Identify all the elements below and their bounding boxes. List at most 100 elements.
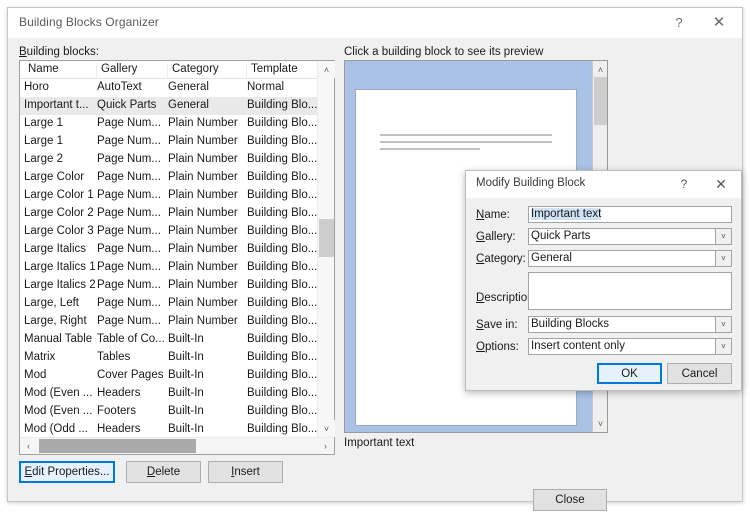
- chevron-down-icon[interactable]: ˅: [715, 339, 731, 354]
- building-blocks-list[interactable]: Name Gallery Category Template Horo AutoT…: [19, 60, 335, 455]
- gallery-select[interactable]: Quick Parts ˅: [528, 228, 732, 245]
- scroll-up-icon[interactable]: ˄: [318, 61, 335, 78]
- cell-name: Large 1: [24, 117, 64, 129]
- horizontal-scrollbar-thumb[interactable]: [39, 439, 196, 453]
- modal-title: Modify Building Block: [476, 177, 586, 189]
- cell-category: Plain Number: [168, 315, 238, 327]
- cell-gallery: Page Num...: [97, 135, 161, 147]
- cell-gallery: Page Num...: [97, 315, 161, 327]
- delete-label: Delete: [146, 466, 181, 478]
- cell-gallery: Footers: [97, 405, 136, 417]
- save-in-label: Save in:: [476, 319, 518, 331]
- cell-name: Matrix: [24, 351, 56, 363]
- cell-template: Building Blo...: [247, 297, 317, 309]
- cell-name: Large Color 2: [24, 207, 94, 219]
- cell-gallery: Page Num...: [97, 225, 161, 237]
- table-row[interactable]: Important t... Quick Parts General Building…: [20, 97, 317, 115]
- name-input[interactable]: Important text: [528, 206, 732, 223]
- vertical-scrollbar-thumb[interactable]: [319, 219, 334, 257]
- modal-help-icon[interactable]: ?: [669, 171, 699, 197]
- cell-name: Large Italics 1: [24, 261, 96, 273]
- list-vertical-scrollbar[interactable]: ˄ ˅: [317, 61, 335, 437]
- table-row[interactable]: Large Color 1 Page Num... Plain Number Buil…: [20, 187, 317, 205]
- cell-gallery: Page Num...: [97, 171, 161, 183]
- cell-category: General: [168, 99, 209, 111]
- column-header-gallery[interactable]: Gallery: [97, 63, 168, 78]
- chevron-down-icon[interactable]: ˅: [715, 317, 731, 332]
- delete-button[interactable]: Delete: [126, 461, 201, 483]
- table-row[interactable]: Matrix Tables Built-In Building Blo...: [20, 349, 317, 367]
- cancel-button[interactable]: Cancel: [667, 363, 732, 384]
- table-row[interactable]: Large Italics 1 Page Num... Plain Number Bu…: [20, 259, 317, 277]
- chevron-down-icon[interactable]: ˅: [715, 251, 731, 266]
- modal-close-icon[interactable]: ✕: [705, 171, 737, 197]
- scroll-right-icon[interactable]: ›: [317, 438, 334, 454]
- table-row[interactable]: Mod (Even ... Footers Built-In Building Blo…: [20, 403, 317, 421]
- insert-button[interactable]: Insert: [208, 461, 283, 483]
- preview-scroll-down-icon[interactable]: ˅: [593, 415, 607, 432]
- table-row[interactable]: Large Color 3 Page Num... Plain Number Buil…: [20, 223, 317, 241]
- table-row[interactable]: Large 1 Page Num... Plain Number Building B…: [20, 133, 317, 151]
- cell-gallery: Headers: [97, 423, 141, 435]
- cell-name: Large Color 3: [24, 225, 94, 237]
- column-header-category[interactable]: Category: [168, 63, 247, 78]
- close-icon[interactable]: ✕: [702, 8, 736, 36]
- preview-text-line: [380, 134, 552, 136]
- cell-name: Mod: [24, 369, 47, 381]
- chevron-down-icon[interactable]: ˅: [715, 229, 731, 244]
- table-row[interactable]: Large, Right Page Num... Plain Number Build…: [20, 313, 317, 331]
- cell-gallery: Cover Pages: [97, 369, 164, 381]
- cell-name: Large Color: [24, 171, 85, 183]
- table-row[interactable]: Large Italics Page Num... Plain Number Buil…: [20, 241, 317, 259]
- list-horizontal-scrollbar[interactable]: ‹ ›: [20, 437, 334, 454]
- preview-scroll-up-icon[interactable]: ˄: [593, 61, 607, 78]
- table-row[interactable]: Horo AutoText General Normal: [20, 79, 317, 97]
- table-row[interactable]: Manual Table Table of Co... Built-In Buildi…: [20, 331, 317, 349]
- cell-template: Building Blo...: [247, 369, 317, 381]
- options-select[interactable]: Insert content only ˅: [528, 338, 732, 355]
- cell-template: Building Blo...: [247, 225, 317, 237]
- cell-name: Large, Left: [24, 297, 79, 309]
- cell-category: Plain Number: [168, 243, 238, 255]
- table-row[interactable]: Large Color 2 Page Num... Plain Number Buil…: [20, 205, 317, 223]
- edit-properties-button[interactable]: Edit Properties...: [19, 461, 115, 483]
- table-row[interactable]: Large 1 Page Num... Plain Number Building B…: [20, 115, 317, 133]
- cell-template: Building Blo...: [247, 405, 317, 417]
- scroll-down-icon[interactable]: ˅: [318, 420, 335, 437]
- column-header-template[interactable]: Template: [247, 63, 319, 78]
- name-input-value: Important text: [531, 208, 602, 220]
- table-row[interactable]: Mod Cover Pages Built-In Building Blo...: [20, 367, 317, 385]
- list-rows-viewport[interactable]: Horo AutoText General Normal Important t... Q…: [20, 79, 317, 437]
- cell-category: Plain Number: [168, 279, 238, 291]
- cell-template: Building Blo...: [247, 117, 317, 129]
- cell-category: Plain Number: [168, 189, 238, 201]
- cell-category: General: [168, 81, 209, 93]
- table-row[interactable]: Large 2 Page Num... Plain Number Building B…: [20, 151, 317, 169]
- scroll-left-icon[interactable]: ‹: [20, 438, 37, 454]
- cell-name: Mod (Even ...: [24, 405, 93, 417]
- preview-scrollbar-thumb[interactable]: [594, 77, 607, 125]
- cell-name: Large Italics 2: [24, 279, 96, 291]
- close-button[interactable]: Close: [533, 489, 607, 511]
- cell-template: Building Blo...: [247, 333, 317, 345]
- cell-gallery: Tables: [97, 351, 131, 363]
- ok-button[interactable]: OK: [597, 363, 662, 384]
- cell-category: Plain Number: [168, 153, 238, 165]
- cell-name: Large Color 1: [24, 189, 94, 201]
- table-row[interactable]: Large Color Page Num... Plain Number Buildi…: [20, 169, 317, 187]
- cell-name: Large 2: [24, 153, 64, 165]
- cell-template: Building Blo...: [247, 279, 317, 291]
- table-row[interactable]: Mod (Even ... Headers Built-In Building Blo…: [20, 385, 317, 403]
- description-input[interactable]: [528, 272, 732, 310]
- cell-gallery: Page Num...: [97, 243, 161, 255]
- table-row[interactable]: Large, Left Page Num... Plain Number Buildi…: [20, 295, 317, 313]
- cell-template: Building Blo...: [247, 171, 317, 183]
- column-header-name[interactable]: Name: [24, 63, 97, 78]
- table-row[interactable]: Mod (Odd ... Headers Built-In Building Blo.…: [20, 421, 317, 437]
- category-select[interactable]: General ˅: [528, 250, 732, 267]
- help-icon[interactable]: ?: [662, 8, 696, 36]
- table-row[interactable]: Large Italics 2 Page Num... Plain Number Bu…: [20, 277, 317, 295]
- save-in-select[interactable]: Building Blocks ˅: [528, 316, 732, 333]
- cell-category: Built-In: [168, 423, 204, 435]
- cell-category: Plain Number: [168, 297, 238, 309]
